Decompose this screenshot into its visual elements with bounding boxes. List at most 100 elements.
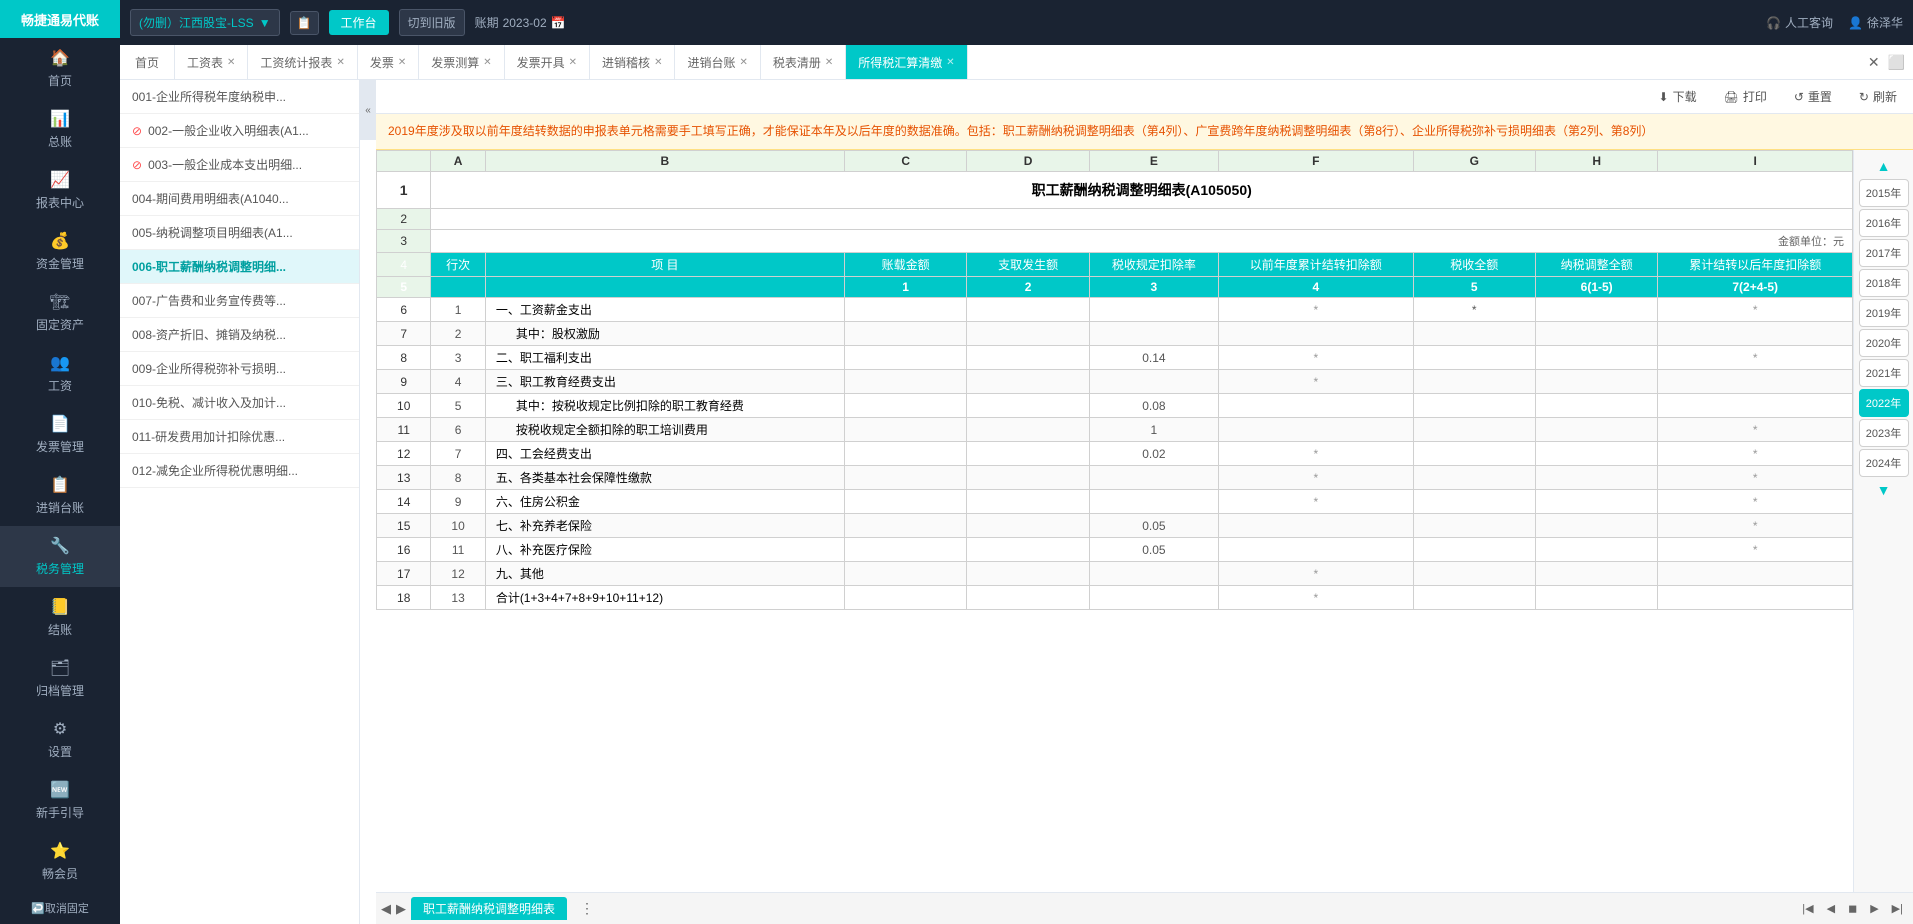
tab-close-icon[interactable]: ✕: [825, 57, 833, 68]
tab-salary-report[interactable]: 工资统计报表 ✕: [248, 45, 357, 80]
cancel-fixed[interactable]: ↩️取消固定: [0, 892, 120, 924]
row-item[interactable]: 二、职工福利支出: [485, 346, 844, 370]
cell-e[interactable]: 1: [1089, 418, 1218, 442]
cell-d[interactable]: [967, 562, 1089, 586]
row-item[interactable]: 八、补充医疗保险: [485, 538, 844, 562]
cell-g[interactable]: *: [1413, 298, 1535, 322]
user-avatar[interactable]: 👤 徐泽华: [1848, 14, 1903, 31]
year-2022[interactable]: 2022年: [1859, 389, 1909, 417]
year-2017[interactable]: 2017年: [1859, 239, 1909, 267]
scroll-right-button[interactable]: ▶: [396, 901, 406, 917]
cell-g[interactable]: [1413, 418, 1535, 442]
cell-c[interactable]: [844, 346, 966, 370]
cell-d[interactable]: [967, 514, 1089, 538]
row-item[interactable]: 合计(1+3+4+7+8+9+10+11+12): [485, 586, 844, 610]
tab-close-icon[interactable]: ✕: [227, 57, 235, 68]
tab-close-icon[interactable]: ✕: [336, 57, 344, 68]
cell-h[interactable]: [1535, 394, 1657, 418]
sidebar-item-invoice[interactable]: 📄 发票管理: [0, 404, 120, 465]
cell-d[interactable]: [967, 346, 1089, 370]
cell-d[interactable]: [967, 490, 1089, 514]
cell-e[interactable]: [1089, 490, 1218, 514]
row-item[interactable]: 九、其他: [485, 562, 844, 586]
collapse-panel-button[interactable]: «: [360, 80, 376, 140]
row-item[interactable]: 其中：按税收规定比例扣除的职工教育经费: [485, 394, 844, 418]
list-item-003[interactable]: ⊘ 003-一般企业成本支出明细...: [120, 148, 359, 182]
tab-invoice-calc[interactable]: 发票测算 ✕: [419, 45, 504, 80]
row-item[interactable]: 五、各类基本社会保障性缴款: [485, 466, 844, 490]
cell-c[interactable]: [844, 298, 966, 322]
cell-e[interactable]: [1089, 466, 1218, 490]
tab-close-icon[interactable]: ✕: [946, 57, 954, 68]
row-item[interactable]: 六、住房公积金: [485, 490, 844, 514]
sidebar-item-sales[interactable]: 📋 进销台账: [0, 465, 120, 526]
year-2020[interactable]: 2020年: [1859, 329, 1909, 357]
cell-h[interactable]: [1535, 298, 1657, 322]
copy-button[interactable]: 📋: [290, 11, 319, 35]
tab-close-icon[interactable]: ✕: [569, 57, 577, 68]
list-item-005[interactable]: 005-纳税调整项目明细表(A1...: [120, 216, 359, 250]
cell-g[interactable]: [1413, 586, 1535, 610]
cell-e[interactable]: [1089, 586, 1218, 610]
sidebar-item-archive[interactable]: 🗂 归档管理: [0, 648, 120, 709]
cell-c[interactable]: [844, 322, 966, 346]
sidebar-item-ledger[interactable]: 📊 总账: [0, 99, 120, 160]
cell-h[interactable]: [1535, 490, 1657, 514]
year-2021[interactable]: 2021年: [1859, 359, 1909, 387]
cell-c[interactable]: [844, 586, 966, 610]
cell-g[interactable]: [1413, 322, 1535, 346]
cell-e[interactable]: [1089, 562, 1218, 586]
cell-c[interactable]: [844, 370, 966, 394]
scroll-back[interactable]: ◀: [1822, 900, 1840, 917]
row-item[interactable]: 七、补充养老保险: [485, 514, 844, 538]
cell-d[interactable]: [967, 298, 1089, 322]
year-2018[interactable]: 2018年: [1859, 269, 1909, 297]
cell-e[interactable]: 0.05: [1089, 538, 1218, 562]
cell-g[interactable]: [1413, 466, 1535, 490]
cell-h[interactable]: [1535, 514, 1657, 538]
list-item-002[interactable]: ⊘ 002-一般企业收入明细表(A1...: [120, 114, 359, 148]
old-version-button[interactable]: 切到旧版: [399, 9, 465, 36]
cell-e[interactable]: [1089, 298, 1218, 322]
cell-c[interactable]: [844, 466, 966, 490]
cell-c[interactable]: [844, 562, 966, 586]
cell-g[interactable]: [1413, 562, 1535, 586]
cell-d[interactable]: [967, 466, 1089, 490]
sidebar-item-settings[interactable]: ⚙ 设置: [0, 709, 120, 770]
cell-c[interactable]: [844, 442, 966, 466]
tab-close-icon[interactable]: ✕: [483, 57, 491, 68]
tab-income-tax[interactable]: 所得税汇算清缴 ✕: [846, 45, 967, 80]
cell-h[interactable]: [1535, 562, 1657, 586]
refresh-button[interactable]: ↻ 刷新: [1853, 85, 1903, 108]
list-item-012[interactable]: 012-减免企业所得税优惠明细...: [120, 454, 359, 488]
year-2019[interactable]: 2019年: [1859, 299, 1909, 327]
cell-g[interactable]: [1413, 370, 1535, 394]
cell-d[interactable]: [967, 538, 1089, 562]
tab-tax-list[interactable]: 税表清册 ✕: [761, 45, 846, 80]
sheet-more-button[interactable]: ⋮: [572, 900, 602, 917]
work-bench-button[interactable]: 工作台: [329, 10, 389, 35]
close-tab-button[interactable]: ✕: [1868, 54, 1880, 71]
sidebar-item-guide[interactable]: 🆕 新手引导: [0, 770, 120, 831]
print-button[interactable]: 🖨 打印: [1718, 85, 1773, 108]
cell-h[interactable]: [1535, 322, 1657, 346]
cell-d[interactable]: [967, 322, 1089, 346]
cell-d[interactable]: [967, 394, 1089, 418]
download-button[interactable]: ⬇ 下载: [1653, 85, 1703, 108]
year-nav-down[interactable]: ▼: [1874, 479, 1894, 501]
sidebar-item-assets[interactable]: 🏗 固定资产: [0, 282, 120, 343]
list-item-007[interactable]: 007-广告费和业务宣传费等...: [120, 284, 359, 318]
tab-home[interactable]: 首页: [120, 45, 175, 80]
year-2023[interactable]: 2023年: [1859, 419, 1909, 447]
sidebar-item-tax[interactable]: 🔧 税务管理: [0, 526, 120, 587]
cell-e[interactable]: [1089, 370, 1218, 394]
list-item-004[interactable]: 004-期间费用明细表(A1040...: [120, 182, 359, 216]
cell-e[interactable]: 0.05: [1089, 514, 1218, 538]
cell-c[interactable]: [844, 394, 966, 418]
cell-e[interactable]: 0.08: [1089, 394, 1218, 418]
row-item[interactable]: 三、职工教育经费支出: [485, 370, 844, 394]
reset-button[interactable]: ↺ 重置: [1788, 85, 1838, 108]
cell-h[interactable]: [1535, 586, 1657, 610]
scroll-end[interactable]: ▶|: [1887, 900, 1908, 917]
sheet-tab[interactable]: 职工薪酬纳税调整明细表: [411, 897, 567, 920]
